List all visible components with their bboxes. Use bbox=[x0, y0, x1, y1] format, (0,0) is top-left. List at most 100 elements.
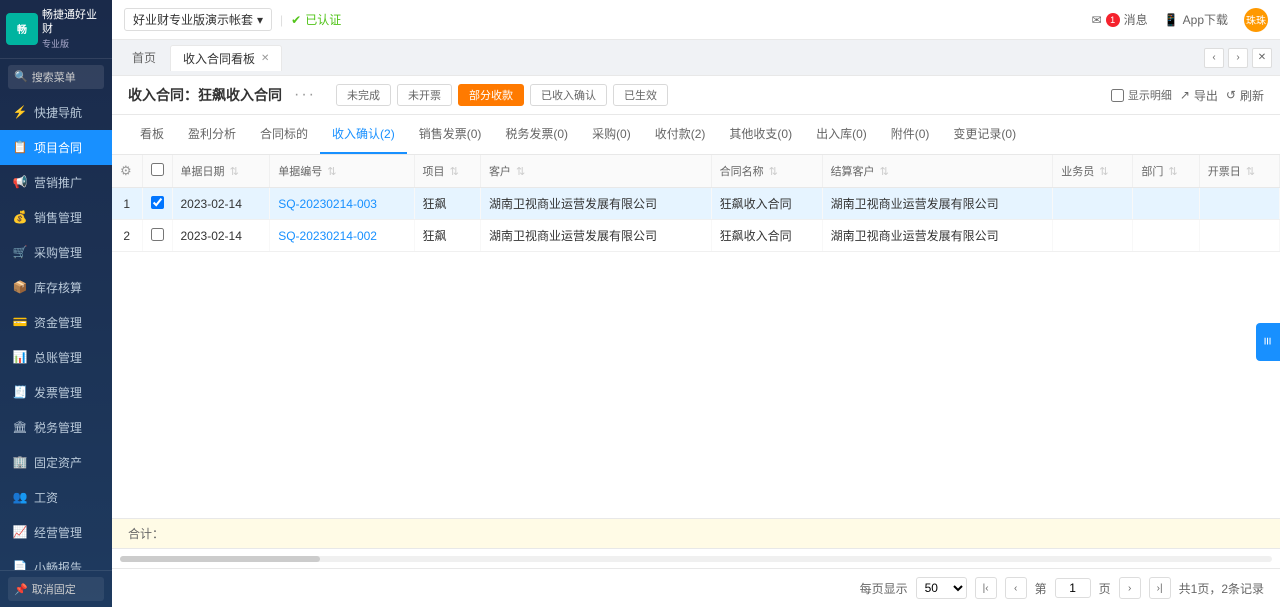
app-download-label: App下载 bbox=[1183, 11, 1228, 28]
scrollbar-thumb[interactable] bbox=[120, 556, 320, 562]
sidebar-item-7[interactable]: 🧾 发票管理 bbox=[0, 375, 112, 410]
nav-label-10: 工资 bbox=[34, 489, 58, 506]
sidebar-item-quick-nav[interactable]: ⚡ 快捷导航 bbox=[0, 95, 112, 130]
row-checkbox-0[interactable] bbox=[151, 196, 164, 209]
sub-tab-0[interactable]: 看板 bbox=[128, 115, 176, 154]
row-customer-1: 湖南卫视商业运营发展有限公司 bbox=[480, 220, 711, 252]
per-page-label: 每页显示 bbox=[860, 580, 908, 597]
col-dept: 部门 ⇅ bbox=[1133, 155, 1199, 188]
content: 收入合同：狂飙收入合同 ··· 未完成 未开票 部分收款 已收入确认 已生效 显… bbox=[112, 76, 1280, 607]
right-panel-toggle[interactable]: ≡ bbox=[1256, 323, 1280, 361]
topbar-right: ✉ 1 消息 📱 App下载 珠珠 bbox=[1092, 8, 1268, 32]
export-label: 导出 bbox=[1194, 87, 1218, 104]
sidebar-item-11[interactable]: 📈 经营管理 bbox=[0, 515, 112, 550]
bill-no-link-0[interactable]: SQ-20230214-003 bbox=[278, 197, 377, 211]
sub-tab-9[interactable]: 出入库(0) bbox=[804, 115, 879, 154]
row-bill-no-1: SQ-20230214-002 bbox=[270, 220, 414, 252]
scrollbar-track bbox=[120, 556, 1272, 562]
row-settings-0: 1 bbox=[112, 188, 142, 220]
tab-home[interactable]: 首页 bbox=[120, 45, 168, 70]
sub-tab-7[interactable]: 收付款(2) bbox=[643, 115, 718, 154]
settings-gear-icon[interactable]: ⚙ bbox=[120, 163, 132, 178]
tab-next-button[interactable]: › bbox=[1228, 48, 1248, 68]
row-date-1: 2023-02-14 bbox=[172, 220, 270, 252]
sub-tab-5[interactable]: 税务发票(0) bbox=[493, 115, 580, 154]
sub-tab-8[interactable]: 其他收支(0) bbox=[717, 115, 804, 154]
next-page-button[interactable]: › bbox=[1119, 577, 1141, 599]
sub-tab-10[interactable]: 附件(0) bbox=[879, 115, 942, 154]
unpin-button[interactable]: 📌 取消固定 bbox=[8, 577, 104, 601]
sidebar-item-8[interactable]: 🏛 税务管理 bbox=[0, 410, 112, 445]
page-input[interactable] bbox=[1055, 578, 1091, 598]
col-invoice-date: 开票日 ⇅ bbox=[1199, 155, 1279, 188]
row-project-1: 狂飙 bbox=[414, 220, 480, 252]
contract-title: 收入合同：狂飙收入合同 bbox=[128, 85, 282, 105]
company-selector[interactable]: 好业财专业版演示帐套 ▾ bbox=[124, 8, 272, 31]
sub-tabs: 看板盈利分析合同标的收入确认(2)销售发票(0)税务发票(0)采购(0)收付款(… bbox=[112, 115, 1280, 155]
search-menu-button[interactable]: 🔍 搜索菜单 bbox=[8, 65, 104, 89]
sidebar-item-5[interactable]: 💳 资金管理 bbox=[0, 305, 112, 340]
sub-tab-1[interactable]: 盈利分析 bbox=[176, 115, 248, 154]
tab-contract-board[interactable]: 收入合同看板 ✕ bbox=[170, 45, 282, 71]
tab-prev-button[interactable]: ‹ bbox=[1204, 48, 1224, 68]
sub-tab-6[interactable]: 采购(0) bbox=[580, 115, 643, 154]
prev-page-button[interactable]: ‹ bbox=[1005, 577, 1027, 599]
row-checkbox-cell-0 bbox=[142, 188, 172, 220]
sidebar-item-2[interactable]: 💰 销售管理 bbox=[0, 200, 112, 235]
show-detail-checkbox[interactable]: 显示明细 bbox=[1111, 87, 1172, 103]
sidebar-item-6[interactable]: 📊 总账管理 bbox=[0, 340, 112, 375]
bill-no-sort-icon[interactable]: ⇅ bbox=[327, 166, 336, 178]
topbar: 好业财专业版演示帐套 ▾ | ✔ 已认证 ✉ 1 消息 📱 App下载 珠珠 bbox=[112, 0, 1280, 40]
tab-close-icon[interactable]: ✕ bbox=[261, 53, 269, 64]
sidebar-item-4[interactable]: 📦 库存核算 bbox=[0, 270, 112, 305]
invoice-date-sort-icon[interactable]: ⇅ bbox=[1246, 166, 1255, 178]
nav-label-3: 采购管理 bbox=[34, 244, 82, 261]
more-options-button[interactable]: ··· bbox=[294, 86, 316, 104]
select-all-checkbox[interactable] bbox=[151, 163, 164, 176]
table-row: 1 2023-02-14 SQ-20230214-003 狂飙 湖南卫视商业运营… bbox=[112, 188, 1280, 220]
export-button[interactable]: ↗ 导出 bbox=[1180, 87, 1218, 104]
sidebar-item-9[interactable]: 🏢 固定资产 bbox=[0, 445, 112, 480]
sidebar-item-1[interactable]: 📢 营销推广 bbox=[0, 165, 112, 200]
row-checkbox-1[interactable] bbox=[151, 228, 164, 241]
data-table: ⚙ 单据日期 ⇅ 单据编号 ⇅ bbox=[112, 155, 1280, 252]
bill-no-link-1[interactable]: SQ-20230214-002 bbox=[278, 229, 377, 243]
company-name: 好业财专业版演示帐套 bbox=[133, 11, 253, 28]
sidebar-item-10[interactable]: 👥 工资 bbox=[0, 480, 112, 515]
project-sort-icon[interactable]: ⇅ bbox=[450, 166, 459, 178]
sidebar-item-3[interactable]: 🛒 采购管理 bbox=[0, 235, 112, 270]
show-detail-input[interactable] bbox=[1111, 89, 1124, 102]
sub-tab-4[interactable]: 销售发票(0) bbox=[407, 115, 494, 154]
sidebar-nav: 📋 项目合同 📢 营销推广 💰 销售管理 🛒 采购管理 📦 库存核算 💳 资金管… bbox=[0, 130, 112, 570]
sub-tab-11[interactable]: 变更记录(0) bbox=[941, 115, 1028, 154]
status-partial-button[interactable]: 部分收款 bbox=[458, 84, 524, 106]
date-sort-icon[interactable]: ⇅ bbox=[230, 166, 239, 178]
salesman-sort-icon[interactable]: ⇅ bbox=[1099, 166, 1108, 178]
status-incomplete-button[interactable]: 未完成 bbox=[336, 84, 391, 106]
table-footer: 合计： bbox=[112, 518, 1280, 548]
settlement-sort-icon[interactable]: ⇅ bbox=[880, 166, 889, 178]
dept-sort-icon[interactable]: ⇅ bbox=[1168, 166, 1177, 178]
tab-close-all-button[interactable]: ✕ bbox=[1252, 48, 1272, 68]
main-area: 好业财专业版演示帐套 ▾ | ✔ 已认证 ✉ 1 消息 📱 App下载 珠珠 bbox=[112, 0, 1280, 607]
table-header-row: ⚙ 单据日期 ⇅ 单据编号 ⇅ bbox=[112, 155, 1280, 188]
first-page-button[interactable]: |‹ bbox=[975, 577, 997, 599]
page-label: 第 bbox=[1035, 580, 1047, 597]
status-effective-button[interactable]: 已生效 bbox=[613, 84, 668, 106]
sidebar-item-0[interactable]: 📋 项目合同 bbox=[0, 130, 112, 165]
pin-icon: 📌 bbox=[14, 583, 28, 596]
per-page-select[interactable]: 50 100 200 bbox=[916, 577, 967, 599]
logo-subtitle: 专业版 bbox=[42, 37, 106, 50]
status-confirmed-button[interactable]: 已收入确认 bbox=[530, 84, 607, 106]
sub-tab-2[interactable]: 合同标的 bbox=[248, 115, 320, 154]
sidebar-item-12[interactable]: 📄 小畅报告 bbox=[0, 550, 112, 570]
sub-tab-3[interactable]: 收入确认(2) bbox=[320, 115, 407, 154]
app-download-button[interactable]: 📱 App下载 bbox=[1164, 11, 1228, 28]
message-button[interactable]: ✉ 1 消息 bbox=[1092, 11, 1148, 28]
contract-sort-icon[interactable]: ⇅ bbox=[769, 166, 778, 178]
refresh-button[interactable]: ↺ 刷新 bbox=[1226, 87, 1264, 104]
user-avatar-button[interactable]: 珠珠 bbox=[1244, 8, 1268, 32]
customer-sort-icon[interactable]: ⇅ bbox=[516, 166, 525, 178]
status-no-invoice-button[interactable]: 未开票 bbox=[397, 84, 452, 106]
last-page-button[interactable]: ›| bbox=[1149, 577, 1171, 599]
